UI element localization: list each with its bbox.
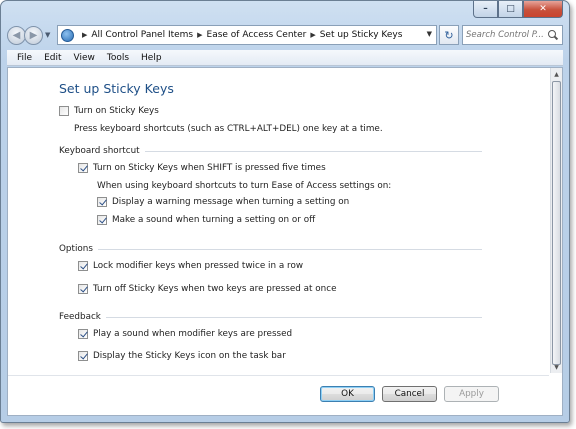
search-input[interactable]: [466, 30, 548, 40]
make-sound-checkbox[interactable]: [97, 215, 107, 225]
breadcrumb-separator-icon[interactable]: ▶: [82, 31, 87, 39]
warning-message-checkbox[interactable]: [97, 197, 107, 207]
scroll-thumb[interactable]: [552, 81, 561, 365]
search-box[interactable]: [462, 25, 563, 45]
options-group-header: Options: [59, 244, 482, 254]
dialog-button-bar: OK Cancel Apply: [8, 375, 549, 415]
lock-modifier-option[interactable]: Lock modifier keys when pressed twice in…: [78, 261, 303, 271]
play-sound-label: Play a sound when modifier keys are pres…: [93, 329, 293, 339]
menu-edit[interactable]: Edit: [38, 53, 67, 63]
scroll-up-icon[interactable]: ▲: [551, 68, 562, 80]
vertical-scrollbar[interactable]: ▲ ▼: [550, 68, 562, 373]
refresh-icon: ↻: [444, 28, 454, 42]
shift-five-times-label: Turn on Sticky Keys when SHIFT is presse…: [93, 163, 326, 173]
turn-on-description: Press keyboard shortcuts (such as CTRL+A…: [74, 124, 383, 134]
page-title: Set up Sticky Keys: [59, 81, 174, 96]
warning-message-option[interactable]: Display a warning message when turning a…: [97, 197, 349, 207]
breadcrumb-set-up-sticky-keys[interactable]: Set up Sticky Keys: [320, 30, 403, 40]
group-divider: [105, 316, 482, 318]
address-bar[interactable]: ▶ All Control Panel Items ▶ Ease of Acce…: [57, 25, 437, 45]
refresh-button[interactable]: ↻: [439, 25, 459, 45]
scroll-down-icon[interactable]: ▼: [551, 361, 562, 373]
play-sound-option[interactable]: Play a sound when modifier keys are pres…: [78, 329, 292, 339]
address-dropdown-icon[interactable]: ▼: [427, 30, 432, 38]
feedback-header: Feedback: [59, 312, 101, 322]
menu-file[interactable]: File: [11, 53, 38, 63]
turn-on-sticky-keys-checkbox[interactable]: [59, 106, 69, 116]
turn-off-two-keys-label: Turn off Sticky Keys when two keys are p…: [93, 284, 337, 294]
control-panel-icon: [61, 28, 74, 42]
menu-tools[interactable]: Tools: [101, 53, 135, 63]
lock-modifier-checkbox[interactable]: [78, 261, 88, 271]
search-icon[interactable]: [548, 29, 559, 41]
breadcrumb-separator-icon[interactable]: ▶: [197, 31, 202, 39]
apply-button: Apply: [444, 386, 499, 402]
taskbar-icon-option[interactable]: Display the Sticky Keys icon on the task…: [78, 351, 286, 361]
play-sound-checkbox[interactable]: [78, 329, 88, 339]
keyboard-shortcut-group-header: Keyboard shortcut: [59, 146, 482, 156]
lock-modifier-label: Lock modifier keys when pressed twice in…: [93, 261, 304, 271]
options-header: Options: [59, 244, 93, 254]
control-panel-window: – □ ✕ ◀ ▶ ▼ ▶ All Control Panel Items ▶ …: [0, 0, 570, 423]
close-button[interactable]: ✕: [523, 1, 563, 18]
turn-off-two-keys-option[interactable]: Turn off Sticky Keys when two keys are p…: [78, 284, 337, 294]
make-sound-label: Make a sound when turning a setting on o…: [112, 215, 316, 225]
group-divider: [97, 248, 482, 250]
turn-on-sticky-keys-option[interactable]: Turn on Sticky Keys: [59, 106, 159, 116]
make-sound-option[interactable]: Make a sound when turning a setting on o…: [97, 215, 315, 225]
breadcrumb-all-control-panel-items[interactable]: All Control Panel Items: [91, 30, 193, 40]
ok-button[interactable]: OK: [320, 386, 375, 402]
taskbar-icon-checkbox[interactable]: [78, 351, 88, 361]
breadcrumb-ease-of-access-center[interactable]: Ease of Access Center: [207, 30, 307, 40]
feedback-group-header: Feedback: [59, 312, 482, 322]
keyboard-shortcut-header: Keyboard shortcut: [59, 146, 140, 156]
maximize-button[interactable]: □: [498, 1, 523, 18]
turn-off-two-keys-checkbox[interactable]: [78, 284, 88, 294]
content-pane: Set up Sticky Keys Turn on Sticky Keys P…: [7, 67, 563, 416]
menu-view[interactable]: View: [68, 53, 101, 63]
cancel-button[interactable]: Cancel: [382, 386, 437, 402]
menu-help[interactable]: Help: [135, 53, 168, 63]
breadcrumb-separator-icon[interactable]: ▶: [310, 31, 315, 39]
recent-pages-dropdown[interactable]: ▼: [45, 31, 55, 39]
turn-on-sticky-keys-label: Turn on Sticky Keys: [74, 106, 159, 116]
warning-message-label: Display a warning message when turning a…: [112, 197, 350, 207]
shift-five-times-checkbox[interactable]: [78, 163, 88, 173]
minimize-button[interactable]: –: [473, 1, 498, 18]
back-arrow-icon: ◀: [12, 29, 21, 41]
forward-arrow-icon: ▶: [29, 29, 38, 41]
caption-buttons: – □ ✕: [473, 1, 563, 18]
taskbar-icon-label: Display the Sticky Keys icon on the task…: [93, 351, 286, 361]
group-divider: [144, 150, 482, 152]
navigation-bar: ◀ ▶ ▼ ▶ All Control Panel Items ▶ Ease o…: [7, 23, 563, 47]
keyboard-shortcut-note: When using keyboard shortcuts to turn Ea…: [97, 181, 392, 191]
shift-five-times-option[interactable]: Turn on Sticky Keys when SHIFT is presse…: [78, 163, 326, 173]
menu-bar: File Edit View Tools Help: [7, 50, 563, 66]
forward-button[interactable]: ▶: [24, 25, 43, 45]
